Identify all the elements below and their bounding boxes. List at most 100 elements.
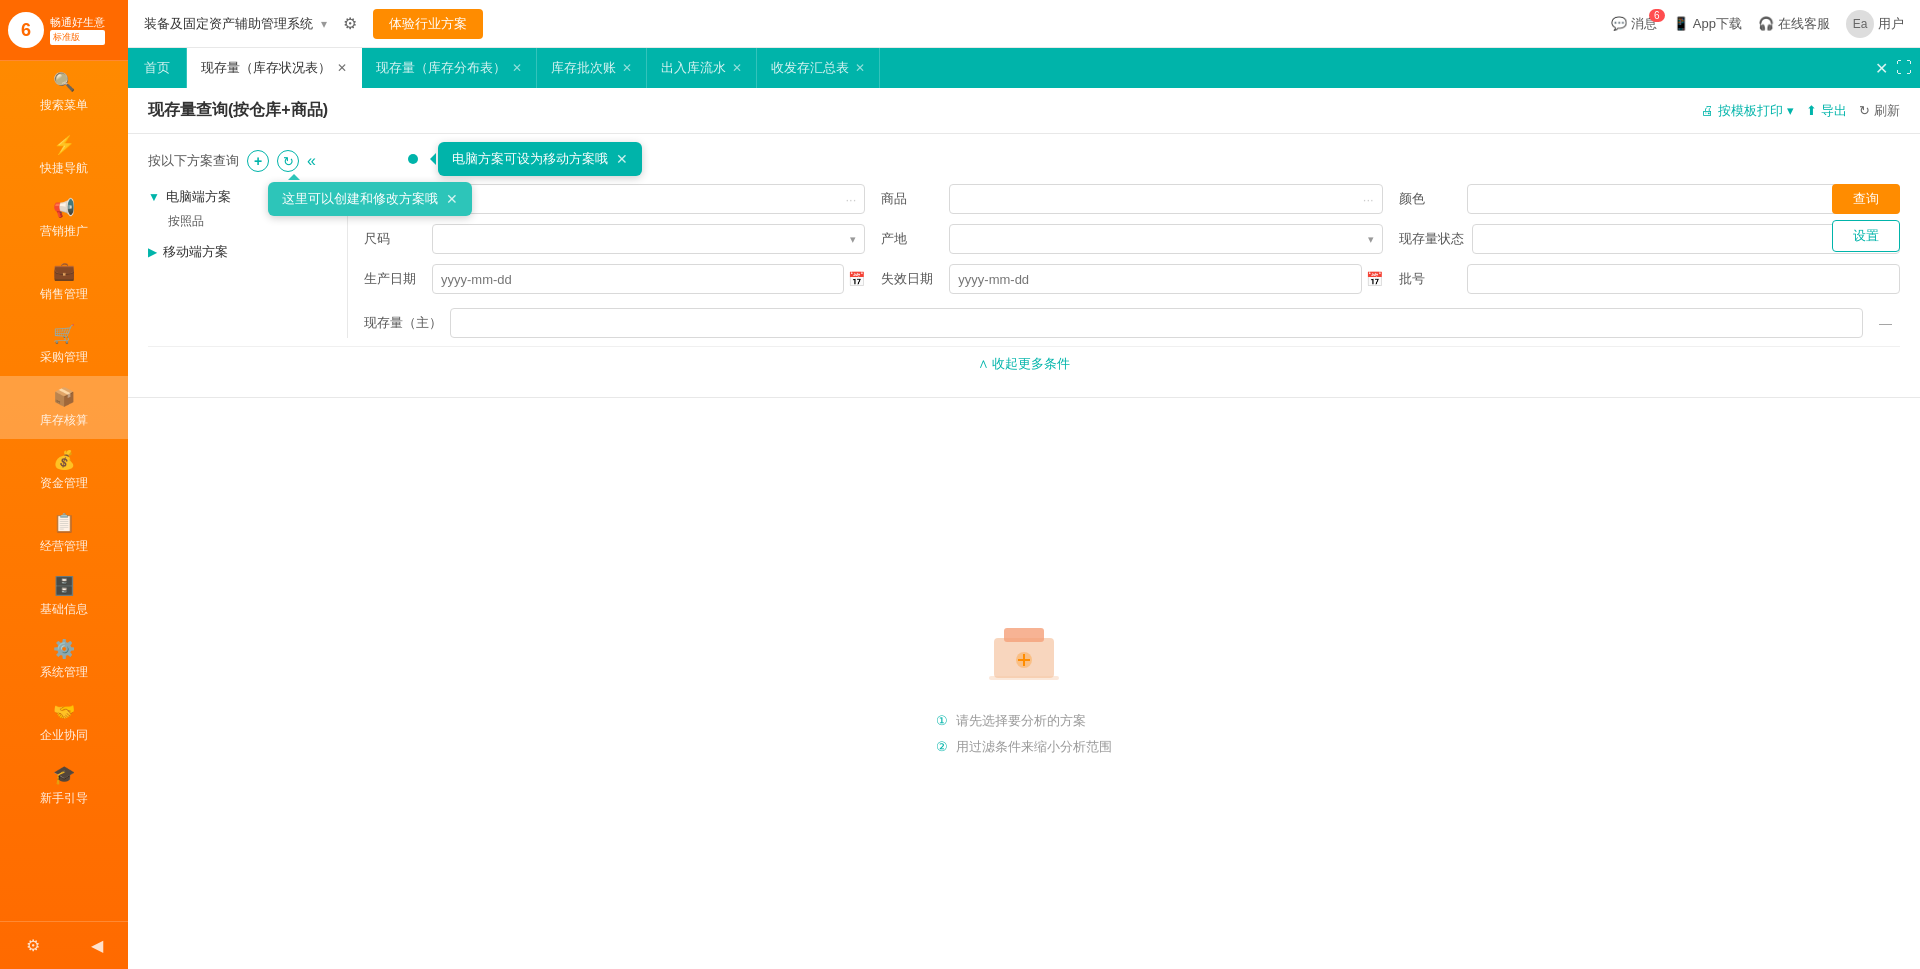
topbar-gear-icon[interactable]: ⚙ (339, 10, 361, 37)
produce-date-start[interactable] (432, 264, 844, 294)
batch-input[interactable] (1467, 264, 1900, 294)
tab-close-icon[interactable]: ✕ (622, 61, 632, 75)
tab-fullscreen-icon[interactable]: ⛶ (1896, 59, 1912, 77)
sidebar-item-label: 新手引导 (40, 790, 88, 807)
tab-inventory-dist[interactable]: 现存量（库存分布表） ✕ (362, 48, 537, 88)
online-service-btn[interactable]: 🎧 在线客服 (1758, 15, 1830, 33)
dots-icon: ··· (1363, 192, 1374, 207)
sidebar-item-inventory[interactable]: 📦 库存核算 (0, 376, 128, 439)
sidebar-item-finance[interactable]: 💰 资金管理 (0, 439, 128, 502)
filter-label: 按以下方案查询 (148, 152, 239, 170)
stock-qty-min[interactable] (450, 308, 1863, 338)
quick-icon: ⚡ (53, 134, 75, 156)
svg-rect-5 (989, 676, 1059, 680)
filter-fields-panel: 仓库 ··· 商品 ··· (364, 184, 1900, 338)
warehouse-select[interactable]: ··· (432, 184, 865, 214)
filter-cell-expire-date: 失效日期 📅 (881, 264, 1382, 294)
logo-icon: 6 (8, 12, 44, 48)
chevron-down-icon: ▾ (1368, 233, 1374, 246)
headset-icon: 🎧 (1758, 16, 1774, 31)
tooltip-close-1[interactable]: ✕ (616, 151, 628, 167)
sidebar-item-newbie[interactable]: 🎓 新手引导 (0, 754, 128, 817)
tooltip-text-1: 电脑方案可设为移动方案哦 (452, 150, 608, 168)
tab-home[interactable]: 首页 (128, 48, 187, 88)
topbar-system: 装备及固定资产辅助管理系统 ▾ (144, 15, 327, 33)
size-select[interactable]: ▾ (432, 224, 865, 254)
industry-btn[interactable]: 体验行业方案 (373, 9, 483, 39)
filter-add-btn[interactable]: + (247, 150, 269, 172)
chevron-down-icon: ▼ (148, 190, 160, 204)
purchase-icon: 🛒 (53, 323, 75, 345)
empty-illustration (974, 608, 1074, 688)
main-area: 装备及固定资产辅助管理系统 ▾ ⚙ 体验行业方案 💬 消息 6 📱 App下载 … (128, 0, 1920, 969)
expire-date-start[interactable] (949, 264, 1361, 294)
sidebar-item-enterprise[interactable]: 🤝 企业协同 (0, 691, 128, 754)
sidebar-item-purchase[interactable]: 🛒 采购管理 (0, 313, 128, 376)
print-btn[interactable]: 🖨 按模板打印 ▾ (1701, 102, 1794, 120)
tab-summary-label: 收发存汇总表 (771, 59, 849, 77)
app-download-btn[interactable]: 📱 App下载 (1673, 15, 1742, 33)
sidebar-item-system[interactable]: ⚙️ 系统管理 (0, 628, 128, 691)
collapse-bar[interactable]: ∧ 收起更多条件 (148, 346, 1900, 381)
tab-inventory-status[interactable]: 现存量（库存状况表） ✕ (187, 48, 362, 88)
filter-rows: 仓库 ··· 商品 ··· (364, 184, 1900, 338)
tab-close-icon[interactable]: ✕ (855, 61, 865, 75)
user-label: 用户 (1878, 15, 1904, 33)
tab-close-all-icon[interactable]: ✕ (1875, 59, 1888, 78)
sidebar-collapse-btn[interactable]: ◀ (87, 932, 107, 959)
export-icon: ⬆ (1806, 103, 1817, 118)
tab-inout-label: 出入库流水 (661, 59, 726, 77)
user-btn[interactable]: Ea 用户 (1846, 10, 1904, 38)
sidebar-item-label: 营销推广 (40, 223, 88, 240)
system-chevron-icon: ▾ (321, 17, 327, 31)
tab-summary[interactable]: 收发存汇总表 ✕ (757, 48, 880, 88)
sidebar-settings-btn[interactable]: ⚙ (22, 932, 44, 959)
newbie-icon: 🎓 (53, 764, 75, 786)
tab-close-icon[interactable]: ✕ (732, 61, 742, 75)
tab-batch[interactable]: 库存批次账 ✕ (537, 48, 647, 88)
message-icon: 💬 (1611, 16, 1627, 31)
filter-arrow-btn[interactable]: « (307, 152, 316, 170)
page-actions: 🖨 按模板打印 ▾ ⬆ 导出 ↻ 刷新 (1701, 102, 1900, 120)
refresh-btn[interactable]: ↻ 刷新 (1859, 102, 1900, 120)
export-label: 导出 (1821, 102, 1847, 120)
sidebar-item-quick[interactable]: ⚡ 快捷导航 (0, 124, 128, 187)
topbar: 装备及固定资产辅助管理系统 ▾ ⚙ 体验行业方案 💬 消息 6 📱 App下载 … (128, 0, 1920, 48)
filter-refresh-btn[interactable]: ↻ (277, 150, 299, 172)
filter-cell-produce-date: 生产日期 📅 (364, 264, 865, 294)
tab-batch-label: 库存批次账 (551, 59, 616, 77)
scheme-mobile-item[interactable]: ▶ 移动端方案 (148, 239, 331, 265)
sidebar-item-marketing[interactable]: 📢 营销推广 (0, 187, 128, 250)
sidebar-item-operations[interactable]: 📋 经营管理 (0, 502, 128, 565)
expire-date-label: 失效日期 (881, 270, 941, 288)
refresh-icon: ↻ (1859, 103, 1870, 118)
sidebar-item-label: 快捷导航 (40, 160, 88, 177)
sidebar-item-basic[interactable]: 🗄️ 基础信息 (0, 565, 128, 628)
sidebar-item-search[interactable]: 🔍 搜索菜单 (0, 61, 128, 124)
tab-close-icon[interactable]: ✕ (512, 61, 522, 75)
sidebar-item-label: 采购管理 (40, 349, 88, 366)
calendar-icon[interactable]: 📅 (848, 271, 865, 287)
collapse-label: 收起更多条件 (992, 356, 1070, 371)
tab-close-icon[interactable]: ✕ (337, 61, 347, 75)
search-button[interactable]: 查询 (1832, 184, 1900, 214)
inventory-icon: 📦 (53, 386, 75, 408)
export-btn[interactable]: ⬆ 导出 (1806, 102, 1847, 120)
tabs-bar: 首页 现存量（库存状况表） ✕ 现存量（库存分布表） ✕ 库存批次账 ✕ 出入库… (128, 48, 1920, 88)
tab-inventory-status-label: 现存量（库存状况表） (201, 59, 331, 77)
size-label: 尺码 (364, 230, 424, 248)
message-badge: 6 (1649, 9, 1665, 22)
calendar-icon[interactable]: 📅 (1366, 271, 1383, 287)
tooltip-close-2[interactable]: ✕ (446, 191, 458, 207)
stock-qty-label: 现存量（主） (364, 314, 442, 332)
goods-select[interactable]: ··· (949, 184, 1382, 214)
message-btn[interactable]: 💬 消息 6 (1611, 15, 1657, 33)
reset-button[interactable]: 设置 (1832, 220, 1900, 252)
batch-label: 批号 (1399, 270, 1459, 288)
tab-inout[interactable]: 出入库流水 ✕ (647, 48, 757, 88)
origin-select[interactable]: ▾ (949, 224, 1382, 254)
page-header: 现存量查询(按仓库+商品) 🖨 按模板打印 ▾ ⬆ 导出 ↻ 刷新 (128, 88, 1920, 134)
sidebar-item-sales[interactable]: 💼 销售管理 (0, 250, 128, 313)
action-buttons: 查询 设置 (1832, 184, 1900, 252)
filter-row-1: 仓库 ··· 商品 ··· (364, 184, 1900, 214)
